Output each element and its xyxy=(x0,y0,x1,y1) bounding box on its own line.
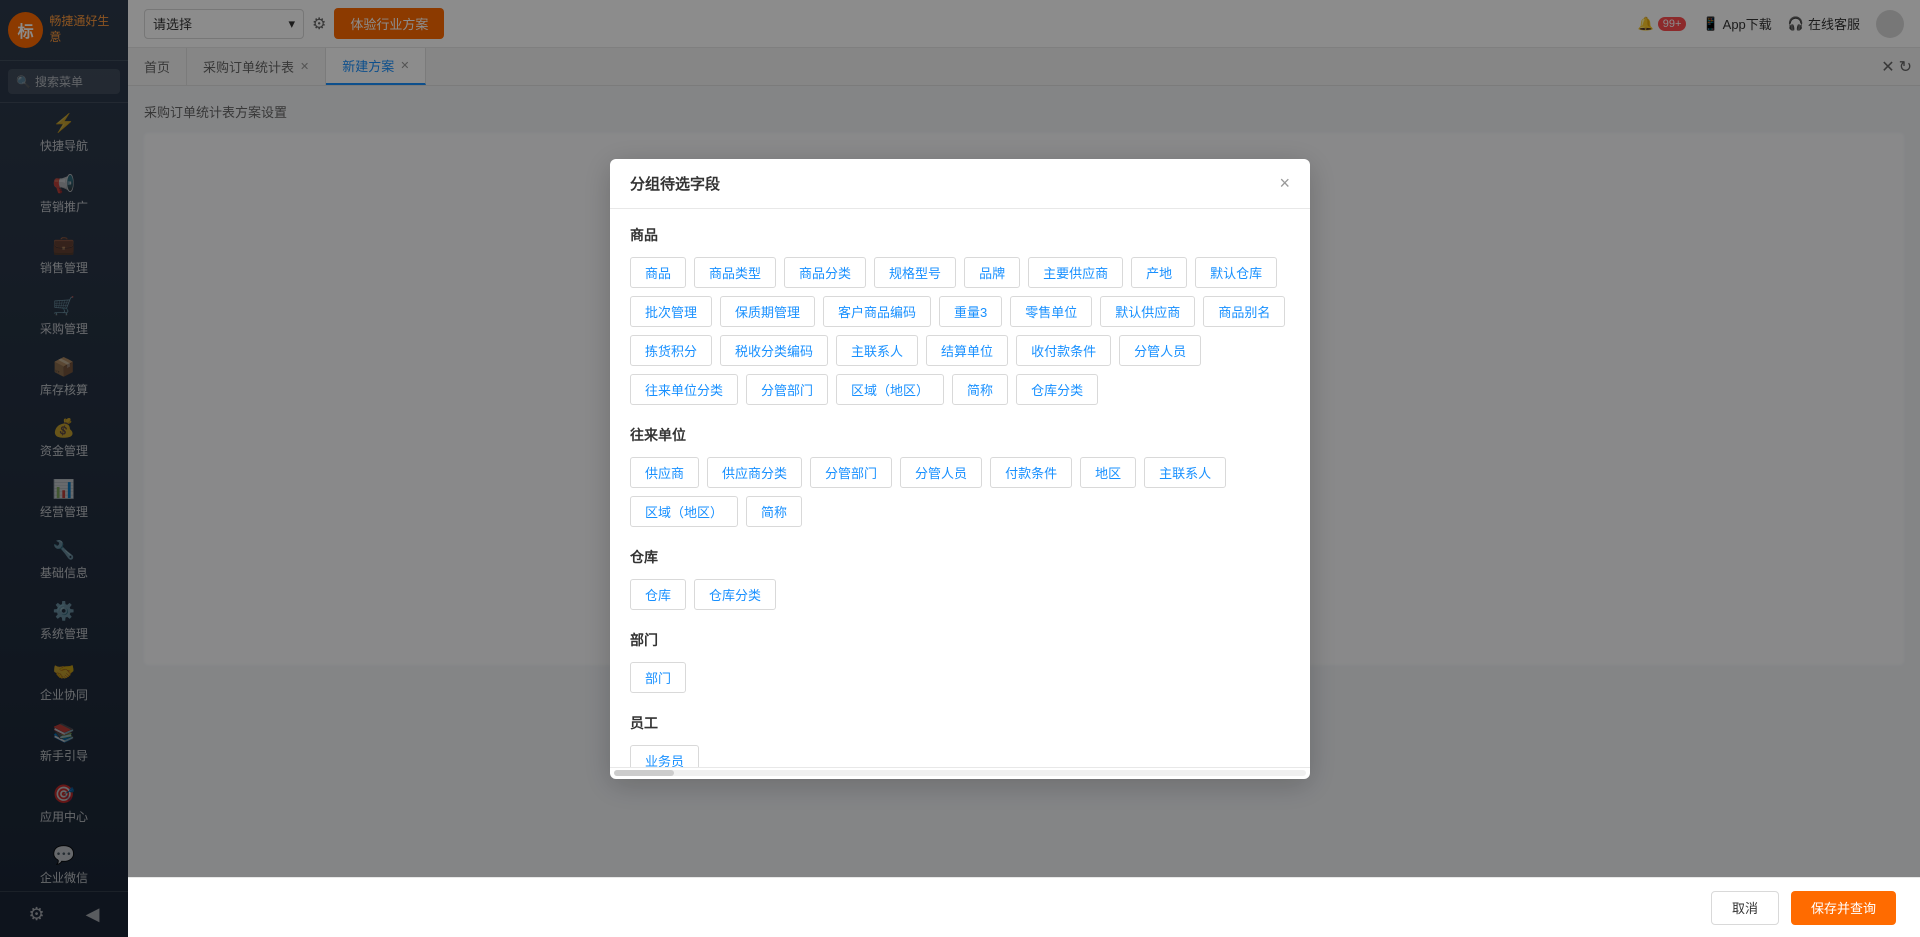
field-tags-department: 部门 xyxy=(630,662,1290,693)
field-tag[interactable]: 商品别名 xyxy=(1203,296,1285,327)
field-tag[interactable]: 区域（地区） xyxy=(836,374,944,405)
field-tag[interactable]: 地区 xyxy=(1080,457,1136,488)
field-group-department: 部门部门 xyxy=(630,630,1290,693)
field-tag[interactable]: 分管部门 xyxy=(746,374,828,405)
field-tag[interactable]: 商品 xyxy=(630,257,686,288)
field-tag[interactable]: 仓库分类 xyxy=(694,579,776,610)
field-tags-partner: 供应商供应商分类分管部门分管人员付款条件地区主联系人区域（地区） 简称 xyxy=(630,457,1290,527)
field-tag[interactable]: 税收分类编码 xyxy=(720,335,828,366)
field-tag[interactable]: 付款条件 xyxy=(990,457,1072,488)
field-tag[interactable]: 往来单位分类 xyxy=(630,374,738,405)
hscroll-track xyxy=(614,770,1306,776)
field-tag[interactable]: 主联系人 xyxy=(836,335,918,366)
field-tag[interactable]: 业务员 xyxy=(630,745,699,767)
field-tag[interactable]: 默认仓库 xyxy=(1195,257,1277,288)
field-tag[interactable]: 零售单位 xyxy=(1010,296,1092,327)
field-tag[interactable]: 商品类型 xyxy=(694,257,776,288)
field-tag[interactable]: 批次管理 xyxy=(630,296,712,327)
field-tag[interactable]: 主联系人 xyxy=(1144,457,1226,488)
field-group-partner: 往来单位供应商供应商分类分管部门分管人员付款条件地区主联系人区域（地区） 简称 xyxy=(630,425,1290,527)
field-tag[interactable]: 部门 xyxy=(630,662,686,693)
modal-close-icon[interactable]: × xyxy=(1279,174,1290,192)
field-group-employee: 员工业务员 xyxy=(630,713,1290,767)
field-tag[interactable]: 品牌 xyxy=(964,257,1020,288)
field-tags-product: 商品商品类型商品分类规格型号品牌主要供应商产地默认仓库批次管理保质期管理客户商品… xyxy=(630,257,1290,405)
field-group-title-partner: 往来单位 xyxy=(630,425,1290,445)
modal-body: 商品商品商品类型商品分类规格型号品牌主要供应商产地默认仓库批次管理保质期管理客户… xyxy=(610,209,1310,767)
field-tag[interactable]: 简称 xyxy=(746,496,802,527)
modal-header: 分组待选字段 × xyxy=(610,159,1310,209)
modal-hscroll[interactable] xyxy=(610,767,1310,779)
field-group-product: 商品商品商品类型商品分类规格型号品牌主要供应商产地默认仓库批次管理保质期管理客户… xyxy=(630,225,1290,405)
save-button[interactable]: 保存并查询 xyxy=(1791,891,1896,925)
field-group-title-department: 部门 xyxy=(630,630,1290,650)
field-tag[interactable]: 供应商分类 xyxy=(707,457,802,488)
field-tag[interactable]: 分管部门 xyxy=(810,457,892,488)
hscroll-thumb[interactable] xyxy=(614,770,674,776)
field-tag[interactable]: 商品分类 xyxy=(784,257,866,288)
field-tag[interactable]: 产地 xyxy=(1131,257,1187,288)
field-tag[interactable]: 默认供应商 xyxy=(1100,296,1195,327)
field-tag[interactable]: 主要供应商 xyxy=(1028,257,1123,288)
field-tags-employee: 业务员 xyxy=(630,745,1290,767)
modal: 分组待选字段 × 商品商品商品类型商品分类规格型号品牌主要供应商产地默认仓库批次… xyxy=(610,159,1310,779)
field-tag[interactable]: 结算单位 xyxy=(926,335,1008,366)
field-tag[interactable]: 仓库 xyxy=(630,579,686,610)
field-tag[interactable]: 分管人员 xyxy=(900,457,982,488)
field-tag[interactable]: 客户商品编码 xyxy=(823,296,931,327)
field-tag[interactable]: 保质期管理 xyxy=(720,296,815,327)
field-tag[interactable]: 拣货积分 xyxy=(630,335,712,366)
field-tag[interactable]: 仓库分类 xyxy=(1016,374,1098,405)
field-group-title-employee: 员工 xyxy=(630,713,1290,733)
cancel-button[interactable]: 取消 xyxy=(1711,891,1779,925)
field-group-title-product: 商品 xyxy=(630,225,1290,245)
field-tags-warehouse: 仓库仓库分类 xyxy=(630,579,1290,610)
field-group-title-warehouse: 仓库 xyxy=(630,547,1290,567)
field-tag[interactable]: 简称 xyxy=(952,374,1008,405)
field-tag[interactable]: 供应商 xyxy=(630,457,699,488)
field-tag[interactable]: 收付款条件 xyxy=(1016,335,1111,366)
field-group-warehouse: 仓库仓库仓库分类 xyxy=(630,547,1290,610)
modal-title: 分组待选字段 xyxy=(630,173,720,194)
footer-actions: 取消 保存并查询 xyxy=(128,877,1920,937)
field-tag[interactable]: 分管人员 xyxy=(1119,335,1201,366)
field-tag[interactable]: 重量3 xyxy=(939,296,1002,327)
field-tag[interactable]: 规格型号 xyxy=(874,257,956,288)
field-tag[interactable]: 区域（地区） xyxy=(630,496,738,527)
